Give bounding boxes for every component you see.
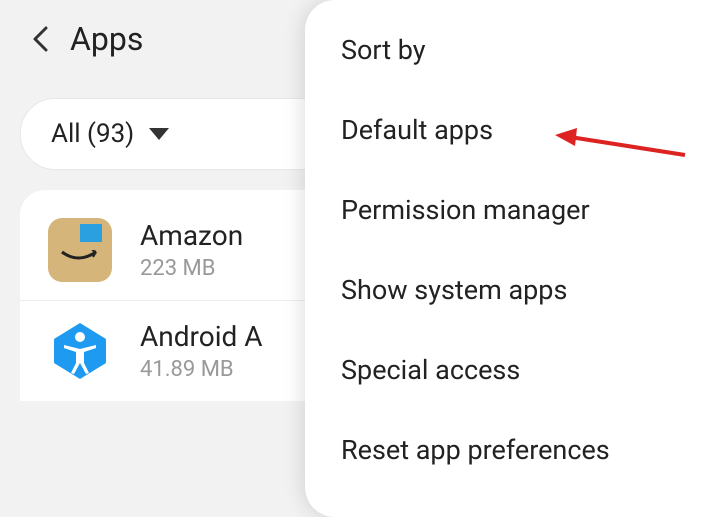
overflow-menu: Sort by Default apps Permission manager … (305, 0, 720, 517)
back-icon[interactable] (30, 29, 50, 49)
filter-label: All (93) (51, 119, 134, 149)
page-title: Apps (70, 20, 143, 58)
accessibility-icon (48, 319, 112, 383)
menu-item-default-apps[interactable]: Default apps (305, 90, 720, 170)
menu-item-permission-manager[interactable]: Permission manager (305, 170, 720, 250)
app-name: Amazon (140, 219, 243, 252)
chevron-down-icon (149, 128, 169, 140)
app-info: Android A 41.89 MB (140, 320, 263, 382)
app-info: Amazon 223 MB (140, 219, 243, 281)
app-size: 41.89 MB (140, 357, 263, 382)
menu-item-reset-app-preferences[interactable]: Reset app preferences (305, 410, 720, 490)
menu-item-special-access[interactable]: Special access (305, 330, 720, 410)
amazon-icon (48, 218, 112, 282)
menu-item-sort-by[interactable]: Sort by (305, 10, 720, 90)
app-name: Android A (140, 320, 263, 353)
menu-item-show-system-apps[interactable]: Show system apps (305, 250, 720, 330)
app-size: 223 MB (140, 256, 243, 281)
